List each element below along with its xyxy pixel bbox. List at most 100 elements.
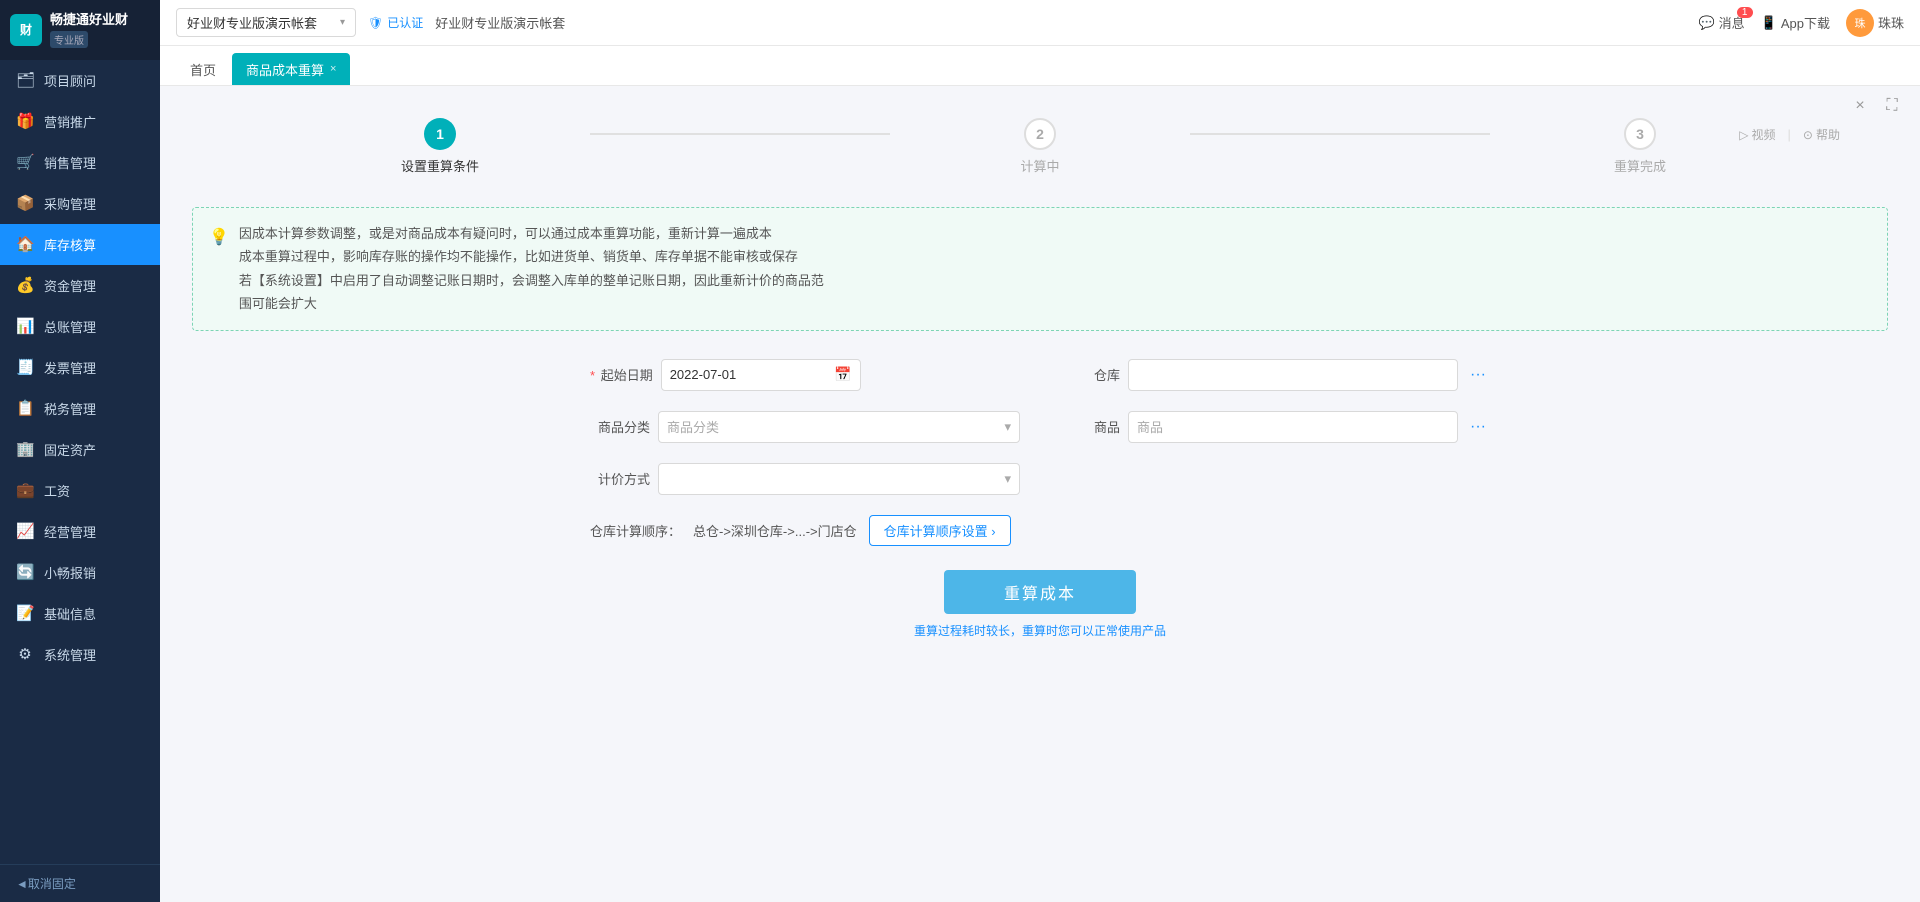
pricing-select[interactable]: ▾ (658, 463, 1020, 495)
sidebar-item-accounting[interactable]: 📊 总账管理 (0, 306, 160, 347)
sidebar-item-basic[interactable]: 📝 基础信息 (0, 593, 160, 634)
sidebar-header: 财 畅捷通好业财 专业版 (0, 0, 160, 60)
category-select[interactable]: 商品分类 ▾ (658, 411, 1020, 443)
field-warehouse: 仓库 ··· (1060, 359, 1490, 391)
form-row-1: * 起始日期 2022-07-01 📅 仓库 ··· (590, 359, 1490, 391)
step-1: 1 设置重算条件 (290, 118, 590, 175)
sidebar-item-label: 固定资产 (44, 440, 96, 459)
warehouse-order-settings-btn[interactable]: 仓库计算顺序设置 › (869, 515, 1011, 546)
topbar: 好业财专业版演示帐套 ▾ 🛡 已认证 好业财专业版演示帐套 💬 消息 1 📱 A… (160, 0, 1920, 46)
goods-more-btn[interactable]: ··· (1466, 418, 1490, 436)
calendar-icon[interactable]: 📅 (834, 366, 851, 383)
tax-icon: 📋 (16, 399, 34, 417)
video-label: 视频 (1752, 126, 1776, 143)
lightbulb-icon: 💡 (209, 224, 229, 316)
message-btn[interactable]: 💬 消息 1 (1698, 13, 1744, 32)
start-date-input[interactable]: 2022-07-01 📅 (661, 359, 861, 391)
marketing-icon: 🎁 (16, 112, 34, 130)
step-2-circle: 2 (1024, 118, 1056, 150)
finance-icon: 💰 (16, 276, 34, 294)
account-name: 好业财专业版演示帐套 (435, 13, 565, 32)
step-2-num: 2 (1036, 126, 1044, 142)
sidebar-item-system[interactable]: ⚙ 系统管理 (0, 634, 160, 675)
sidebar-scroll: 🗂 项目顾问 🎁 营销推广 🛒 销售管理 📦 采购管理 🏠 库存核算 💰 资金管… (0, 60, 160, 864)
sidebar-item-label: 资金管理 (44, 276, 96, 295)
assets-icon: 🏢 (16, 440, 34, 458)
app-brand-text: 畅捷通好业财 专业版 (50, 12, 128, 48)
main-area: 好业财专业版演示帐套 ▾ 🛡 已认证 好业财专业版演示帐套 💬 消息 1 📱 A… (160, 0, 1920, 902)
category-placeholder: 商品分类 (667, 417, 719, 436)
sidebar-item-operation[interactable]: 📈 经营管理 (0, 511, 160, 552)
app-logo-icon: 财 (10, 14, 42, 46)
info-box: 💡 因成本计算参数调整，或是对商品成本有疑问时，可以通过成本重算功能，重新计算一… (192, 207, 1888, 331)
start-date-value: 2022-07-01 (670, 367, 835, 382)
category-chevron-icon: ▾ (1004, 419, 1011, 435)
warehouse-more-btn[interactable]: ··· (1466, 366, 1490, 384)
sidebar-item-purchase[interactable]: 📦 采购管理 (0, 183, 160, 224)
sidebar-item-inventory[interactable]: 🏠 库存核算 (0, 224, 160, 265)
verified-badge: 🛡 已认证 (368, 14, 423, 31)
sidebar-item-label: 基础信息 (44, 604, 96, 623)
tab-close-icon[interactable]: × (330, 63, 336, 75)
info-line-4: 围可能会扩大 (239, 292, 824, 315)
start-date-label: * 起始日期 (590, 365, 653, 384)
category-label: 商品分类 (590, 417, 650, 436)
account-select-text: 好业财专业版演示帐套 (187, 13, 317, 32)
sidebar-item-label: 经营管理 (44, 522, 96, 541)
shield-icon: 🛡 (368, 16, 383, 30)
expense-icon: 🔄 (16, 563, 34, 581)
step-1-circle: 1 (424, 118, 456, 150)
user-menu[interactable]: 珠 珠珠 (1846, 9, 1904, 37)
form-row-2: 商品分类 商品分类 ▾ 商品 商品 ··· (590, 411, 1490, 443)
tab-recalc[interactable]: 商品成本重算 × (232, 53, 350, 85)
step-2: 2 计算中 (890, 118, 1190, 175)
form-row-3: 计价方式 ▾ (590, 463, 1490, 495)
sidebar-unpin[interactable]: ◄取消固定 (0, 864, 160, 902)
basic-icon: 📝 (16, 604, 34, 622)
pricing-label: 计价方式 (590, 469, 650, 488)
user-name: 珠珠 (1878, 13, 1904, 32)
step-3-label: 重算完成 (1614, 156, 1666, 175)
operation-icon: 📈 (16, 522, 34, 540)
sidebar-item-payroll[interactable]: 💼 工资 (0, 470, 160, 511)
sidebar-item-tax[interactable]: 📋 税务管理 (0, 388, 160, 429)
required-mark: * (590, 368, 595, 383)
help-link[interactable]: ⊙ 帮助 (1803, 126, 1840, 143)
sidebar-item-label: 系统管理 (44, 645, 96, 664)
sidebar-item-label: 库存核算 (44, 235, 96, 254)
field-category: 商品分类 商品分类 ▾ (590, 411, 1020, 443)
sidebar-item-assets[interactable]: 🏢 固定资产 (0, 429, 160, 470)
sidebar-item-sales[interactable]: 🛒 销售管理 (0, 142, 160, 183)
inventory-icon: 🏠 (16, 235, 34, 253)
warehouse-order-row: 仓库计算顺序： 总仓->深圳仓库->...->门店仓 仓库计算顺序设置 › (590, 515, 1490, 546)
warehouse-order-btn-label: 仓库计算顺序设置 › (884, 521, 996, 540)
info-line-1: 因成本计算参数调整，或是对商品成本有疑问时，可以通过成本重算功能，重新计算一遍成… (239, 222, 824, 245)
warehouse-input[interactable] (1128, 359, 1458, 391)
sidebar-item-expense[interactable]: 🔄 小畅报销 (0, 552, 160, 593)
sidebar-item-label: 发票管理 (44, 358, 96, 377)
sidebar-item-project[interactable]: 🗂 项目顾问 (0, 60, 160, 101)
pricing-chevron-icon: ▾ (1004, 471, 1011, 487)
sidebar-item-label: 销售管理 (44, 153, 96, 172)
sidebar-item-finance[interactable]: 💰 资金管理 (0, 265, 160, 306)
tab-home[interactable]: 首页 (176, 53, 230, 85)
app-download-btn[interactable]: 📱 App下载 (1761, 13, 1830, 32)
goods-input[interactable]: 商品 (1128, 411, 1458, 443)
tab-recalc-label: 商品成本重算 (246, 60, 324, 79)
sidebar-item-invoice[interactable]: 🧾 发票管理 (0, 347, 160, 388)
sidebar-item-marketing[interactable]: 🎁 营销推广 (0, 101, 160, 142)
invoice-icon: 🧾 (16, 358, 34, 376)
sidebar-item-label: 项目顾问 (44, 71, 96, 90)
app-download-label: App下载 (1781, 13, 1830, 32)
step-1-num: 1 (436, 126, 444, 142)
account-select[interactable]: 好业财专业版演示帐套 ▾ (176, 8, 356, 37)
verified-text: 已认证 (387, 14, 423, 31)
video-link[interactable]: ▷ 视频 (1739, 126, 1775, 143)
system-icon: ⚙ (16, 645, 34, 663)
form-section: * 起始日期 2022-07-01 📅 仓库 ··· (590, 359, 1490, 639)
goods-label: 商品 (1060, 417, 1120, 436)
message-count-badge: 1 (1737, 7, 1753, 18)
recalc-btn[interactable]: 重算成本 (944, 570, 1136, 614)
step-1-label: 设置重算条件 (401, 156, 479, 175)
sidebar-item-label: 工资 (44, 481, 70, 500)
